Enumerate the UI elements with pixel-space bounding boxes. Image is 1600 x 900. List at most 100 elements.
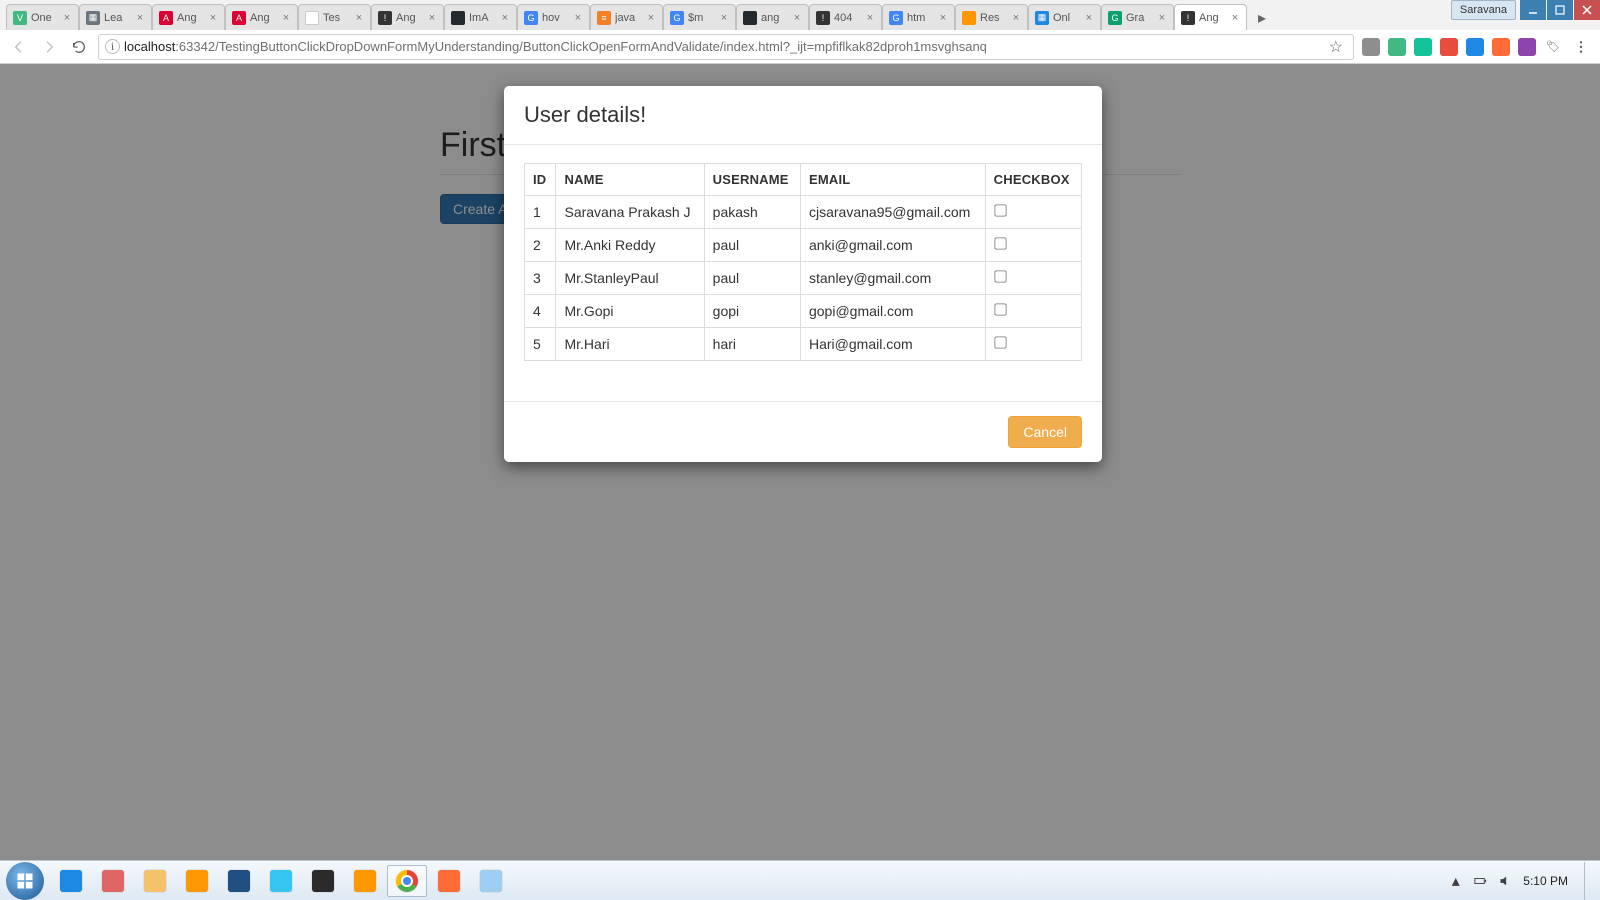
modal-body: ID NAME USERNAME EMAIL CHECKBOX 1Saravan…	[504, 145, 1102, 401]
browser-tab[interactable]: Ghtm×	[882, 4, 955, 30]
tab-label: ang	[761, 12, 790, 24]
browser-tab[interactable]: !Ang×	[371, 4, 444, 30]
window-maximize-button[interactable]	[1547, 0, 1573, 20]
tab-close-icon[interactable]: ×	[62, 13, 72, 23]
modal-header: User details!	[504, 86, 1102, 145]
browser-tab[interactable]: AAng×	[152, 4, 225, 30]
cell-username: pakash	[704, 196, 800, 229]
browser-tab[interactable]: ang×	[736, 4, 809, 30]
tab-close-icon[interactable]: ×	[354, 13, 364, 23]
cancel-button[interactable]: Cancel	[1008, 416, 1082, 448]
tab-favicon-icon: ▦	[86, 11, 100, 25]
circle-purple-icon[interactable]	[1518, 38, 1536, 56]
explorer-icon[interactable]	[135, 865, 175, 897]
browser-tab[interactable]: ImA×	[444, 4, 517, 30]
address-bar[interactable]: i localhost:63342/TestingButtonClickDrop…	[98, 34, 1354, 60]
show-desktop-button[interactable]	[1584, 862, 1594, 900]
tray-chevron-icon[interactable]: ▴	[1448, 873, 1463, 888]
browser-tab[interactable]: Ghov×	[517, 4, 590, 30]
row-checkbox[interactable]	[994, 336, 1006, 348]
tab-close-icon[interactable]: ×	[792, 13, 802, 23]
tab-close-icon[interactable]: ×	[646, 13, 656, 23]
tab-label: hov	[542, 12, 571, 24]
browser-tab[interactable]: ▦Lea×	[79, 4, 152, 30]
taskbar-clock[interactable]: 5:10 PM	[1523, 874, 1568, 888]
browser-tab[interactable]: GGra×	[1101, 4, 1174, 30]
col-checkbox: CHECKBOX	[985, 164, 1081, 196]
row-checkbox[interactable]	[994, 204, 1006, 216]
tab-label: Gra	[1126, 12, 1155, 24]
shield-icon[interactable]	[1362, 38, 1380, 56]
row-checkbox[interactable]	[994, 270, 1006, 282]
desktop-icon[interactable]	[93, 865, 133, 897]
tab-close-icon[interactable]: ×	[865, 13, 875, 23]
grammarly-icon[interactable]	[1414, 38, 1432, 56]
site-info-icon[interactable]: i	[105, 39, 120, 54]
sublime-icon[interactable]	[345, 865, 385, 897]
plus-red-icon[interactable]	[1440, 38, 1458, 56]
browser-tab[interactable]: !404×	[809, 4, 882, 30]
browser-tab[interactable]: !Ang×	[1174, 4, 1247, 30]
cell-email: anki@gmail.com	[800, 229, 985, 262]
browser-tab[interactable]: AAng×	[225, 4, 298, 30]
chrome-icon[interactable]	[387, 865, 427, 897]
tab-close-icon[interactable]: ×	[1230, 13, 1240, 23]
browser-tab[interactable]: VOne×	[6, 4, 79, 30]
col-name: NAME	[556, 164, 704, 196]
start-button[interactable]	[6, 862, 44, 900]
home-blue-icon[interactable]	[1466, 38, 1484, 56]
browser-tab[interactable]: Tes×	[298, 4, 371, 30]
cell-checkbox	[985, 262, 1081, 295]
tray-volume-icon[interactable]	[1498, 873, 1513, 888]
row-checkbox[interactable]	[994, 237, 1006, 249]
table-header-row: ID NAME USERNAME EMAIL CHECKBOX	[525, 164, 1082, 196]
ie-icon[interactable]	[51, 865, 91, 897]
app-orange-icon[interactable]	[177, 865, 217, 897]
chrome-menu-button[interactable]	[1570, 36, 1592, 58]
browser-tab[interactable]: Res×	[955, 4, 1028, 30]
tab-close-icon[interactable]: ×	[1084, 13, 1094, 23]
user-table: ID NAME USERNAME EMAIL CHECKBOX 1Saravan…	[524, 163, 1082, 361]
tab-close-icon[interactable]: ×	[281, 13, 291, 23]
tab-close-icon[interactable]: ×	[1157, 13, 1167, 23]
tab-label: Ang	[250, 12, 279, 24]
nav-reload-button[interactable]	[68, 36, 90, 58]
bookmark-icon[interactable]: 🏷	[1544, 38, 1562, 56]
tab-close-icon[interactable]: ×	[1011, 13, 1021, 23]
new-tab-button[interactable]: ▸	[1251, 8, 1273, 28]
tab-close-icon[interactable]: ×	[427, 13, 437, 23]
postman-app-icon[interactable]	[429, 865, 469, 897]
col-email: EMAIL	[800, 164, 985, 196]
bookmark-star-icon[interactable]: ☆	[1325, 37, 1347, 57]
cell-checkbox	[985, 196, 1081, 229]
modal-title: User details!	[524, 102, 1082, 128]
tab-close-icon[interactable]: ×	[135, 13, 145, 23]
tab-close-icon[interactable]: ×	[573, 13, 583, 23]
window-minimize-button[interactable]	[1520, 0, 1546, 20]
browser-tab[interactable]: ≡java×	[590, 4, 663, 30]
intellij-icon[interactable]	[303, 865, 343, 897]
row-checkbox[interactable]	[994, 303, 1006, 315]
tab-favicon-icon: V	[13, 11, 27, 25]
browser-tab[interactable]: G$m×	[663, 4, 736, 30]
slack-icon[interactable]	[261, 865, 301, 897]
paint-icon[interactable]	[471, 865, 511, 897]
tab-close-icon[interactable]: ×	[719, 13, 729, 23]
tray-battery-icon[interactable]	[1473, 873, 1488, 888]
browser-tab[interactable]: ▦Onl×	[1028, 4, 1101, 30]
nav-forward-button[interactable]	[38, 36, 60, 58]
sourcetree-icon[interactable]	[219, 865, 259, 897]
cell-id: 3	[525, 262, 556, 295]
tab-label: ImA	[469, 12, 498, 24]
vue-icon[interactable]	[1388, 38, 1406, 56]
nav-back-button[interactable]	[8, 36, 30, 58]
extensions-row: 🏷	[1362, 38, 1562, 56]
postman-icon[interactable]	[1492, 38, 1510, 56]
tab-close-icon[interactable]: ×	[938, 13, 948, 23]
tab-close-icon[interactable]: ×	[500, 13, 510, 23]
tab-close-icon[interactable]: ×	[208, 13, 218, 23]
window-close-button[interactable]	[1574, 0, 1600, 20]
tab-favicon-icon: !	[378, 11, 392, 25]
tab-favicon-icon	[743, 11, 757, 25]
cell-username: paul	[704, 229, 800, 262]
